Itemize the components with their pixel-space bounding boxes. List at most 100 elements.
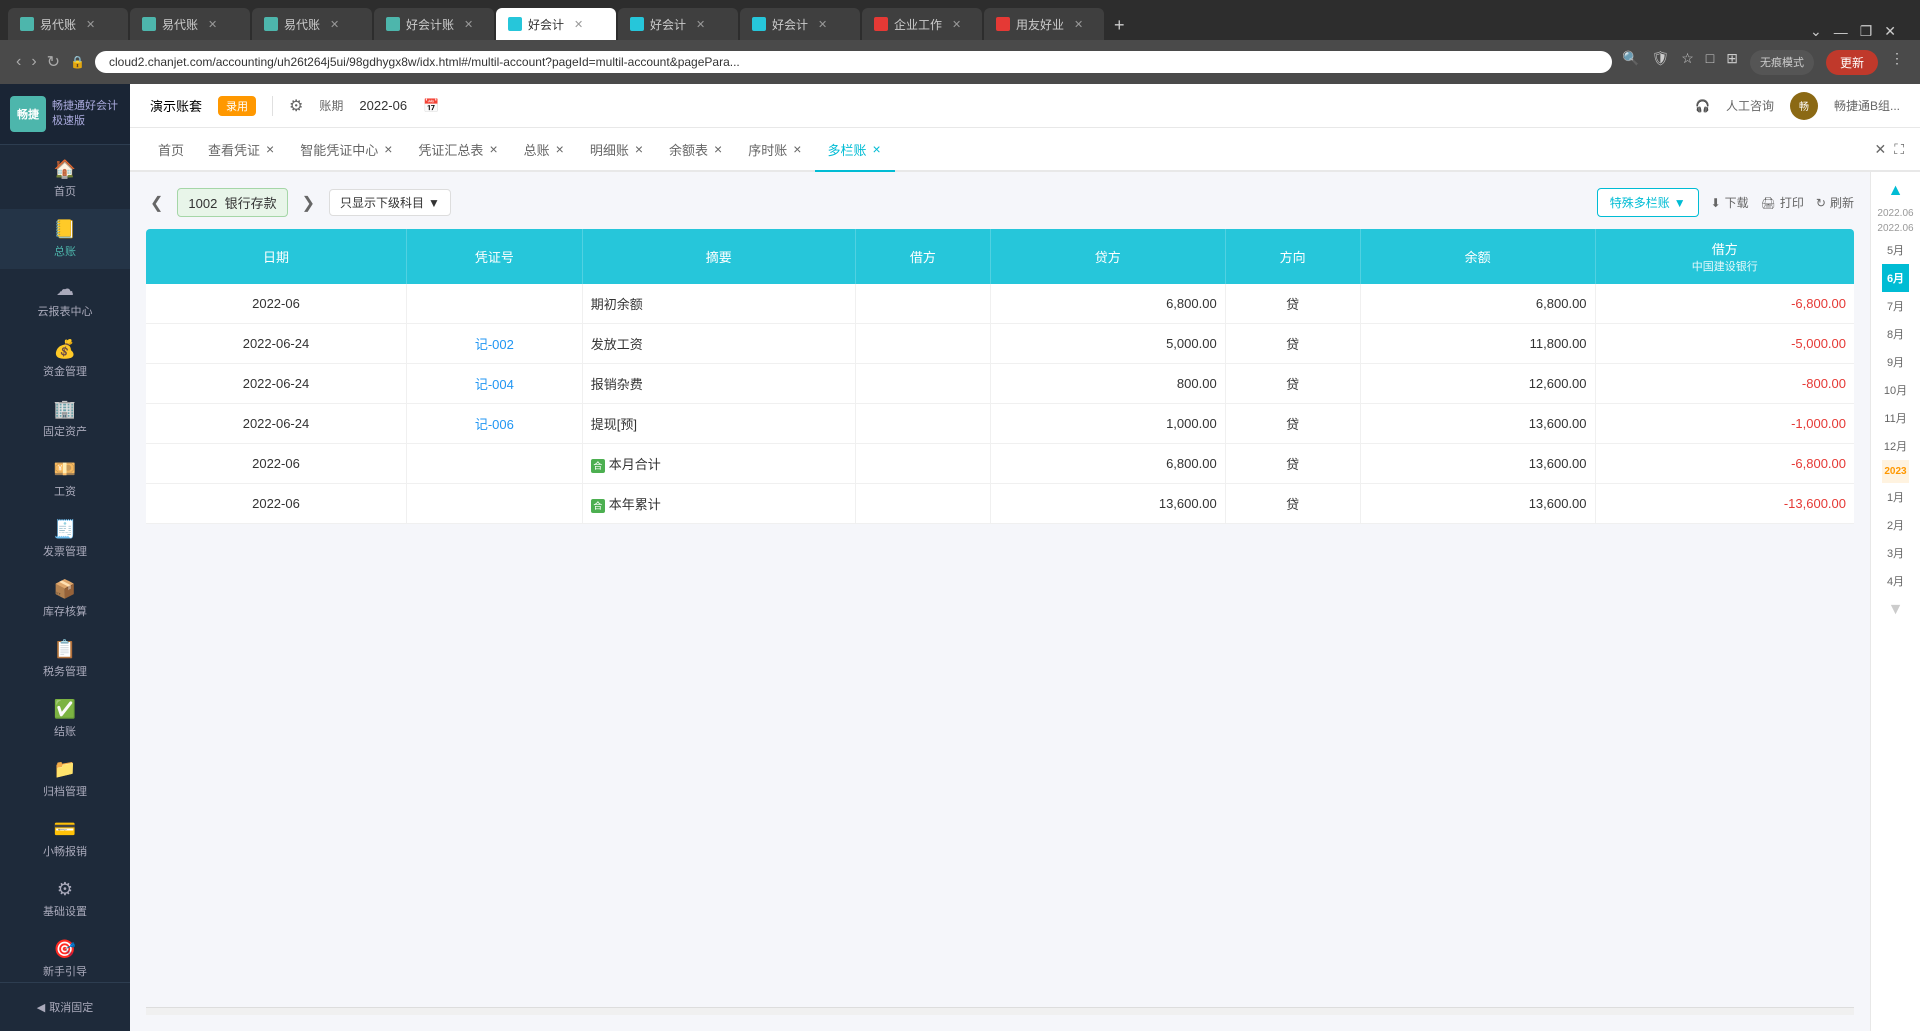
extensions-icon[interactable]: ⊞: [1726, 50, 1738, 75]
user-label[interactable]: 畅捷通B组...: [1834, 97, 1900, 114]
browser-tab-4[interactable]: 好会计账 ✕: [374, 8, 494, 40]
tab-list-icon[interactable]: ⌄: [1810, 23, 1822, 40]
td-voucher[interactable]: 记-004: [406, 364, 582, 404]
tab-close-1[interactable]: ✕: [86, 18, 95, 31]
tab-close-6[interactable]: ✕: [696, 18, 705, 31]
filter-dropdown[interactable]: 只显示下级科目 ▼: [329, 189, 451, 216]
browser-tab-3[interactable]: 易代账 ✕: [252, 8, 372, 40]
horizontal-scrollbar[interactable]: [146, 1007, 1854, 1015]
timeline-month-item[interactable]: 10月: [1882, 376, 1909, 404]
calendar-icon[interactable]: 📅: [423, 98, 439, 114]
expand-panel-icon[interactable]: ⛶: [1894, 141, 1904, 158]
sidebar-item-settings[interactable]: ⚙ 基础设置: [0, 869, 130, 929]
home-button[interactable]: 🔒: [70, 55, 85, 69]
timeline-month-item[interactable]: 2月: [1882, 511, 1909, 539]
sidebar-item-funds[interactable]: 💰 资金管理: [0, 329, 130, 389]
timeline-month-item[interactable]: 7月: [1882, 292, 1909, 320]
browser-tab-5[interactable]: 好会计 ✕: [496, 8, 616, 40]
back-button[interactable]: ‹: [16, 53, 21, 71]
tab-close-9[interactable]: ✕: [1074, 18, 1083, 31]
tab-multi-column[interactable]: 多栏账 ×: [815, 128, 894, 172]
sidebar-item-expense[interactable]: 💳 小畅报销: [0, 809, 130, 869]
tab-detail-ledger[interactable]: 明细账 ×: [578, 128, 657, 172]
td-voucher[interactable]: 记-002: [406, 324, 582, 364]
sidebar-item-reports[interactable]: ☁ 云报表中心: [0, 269, 130, 329]
tab-close-2[interactable]: ✕: [208, 18, 217, 31]
no-trace-button[interactable]: 无痕模式: [1750, 50, 1814, 75]
tab-view-voucher[interactable]: 查看凭证 ×: [196, 128, 288, 172]
timeline-up-button[interactable]: ▲: [1882, 176, 1910, 206]
browser-tab-1[interactable]: 易代账 ✕: [8, 8, 128, 40]
menu-icon[interactable]: ⋮: [1890, 50, 1904, 75]
refresh-button[interactable]: ↻: [47, 52, 60, 72]
tab-view-voucher-close[interactable]: ×: [264, 139, 276, 159]
print-button[interactable]: 🖨 打印: [1761, 194, 1804, 211]
sidebar-item-archive[interactable]: 📁 归档管理: [0, 749, 130, 809]
cancel-pin-button[interactable]: ◀ 取消固定: [4, 993, 126, 1021]
tab-general-ledger-close[interactable]: ×: [554, 139, 566, 159]
tab-journal-close[interactable]: ×: [791, 139, 803, 159]
tab-home[interactable]: 首页: [146, 128, 196, 172]
timeline-month-item[interactable]: 3月: [1882, 539, 1909, 567]
sidebar-item-salary[interactable]: 💴 工资: [0, 449, 130, 509]
timeline-month-item[interactable]: 1月: [1882, 483, 1909, 511]
sidebar-item-assets[interactable]: 🏢 固定资产: [0, 389, 130, 449]
timeline-month-item[interactable]: 2023: [1882, 460, 1909, 483]
tab-close-8[interactable]: ✕: [952, 18, 961, 31]
tab-close-4[interactable]: ✕: [464, 18, 473, 31]
consult-label[interactable]: 人工咨询: [1726, 97, 1774, 114]
tab-journal[interactable]: 序时账 ×: [736, 128, 815, 172]
timeline-month-item[interactable]: 5月: [1882, 236, 1909, 264]
browser-tab-9[interactable]: 用友好业 ✕: [984, 8, 1104, 40]
refresh-button[interactable]: ↻ 刷新: [1816, 194, 1854, 211]
settings-gear-icon[interactable]: ⚙: [289, 96, 303, 116]
next-account-button[interactable]: ❯: [298, 189, 319, 217]
sidebar-item-ledger[interactable]: 📒 总账: [0, 209, 130, 269]
sidebar-item-inventory[interactable]: 📦 库存核算: [0, 569, 130, 629]
star-icon[interactable]: ☆: [1681, 50, 1694, 75]
update-button[interactable]: 更新: [1826, 50, 1878, 75]
close-panel-icon[interactable]: ✕: [1874, 141, 1886, 158]
sidebar-item-close[interactable]: ✅ 结账: [0, 689, 130, 749]
browser-tab-8[interactable]: 企业工作 ✕: [862, 8, 982, 40]
tab-voucher-summary-close[interactable]: ×: [487, 139, 499, 159]
special-multi-column-button[interactable]: 特殊多栏账 ▼: [1597, 188, 1699, 217]
timeline-month-item[interactable]: 11月: [1882, 404, 1909, 432]
tab-smart-voucher-close[interactable]: ×: [382, 139, 394, 159]
timeline-month-item[interactable]: 9月: [1882, 348, 1909, 376]
timeline-month-item[interactable]: 12月: [1882, 432, 1909, 460]
address-input[interactable]: [95, 51, 1612, 73]
td-voucher[interactable]: 记-006: [406, 404, 582, 444]
tab-voucher-summary[interactable]: 凭证汇总表 ×: [406, 128, 511, 172]
tab-smart-voucher[interactable]: 智能凭证中心 ×: [288, 128, 406, 172]
period-value[interactable]: 2022-06: [359, 98, 407, 113]
tab-detail-ledger-close[interactable]: ×: [633, 139, 645, 159]
tab-close-3[interactable]: ✕: [330, 18, 339, 31]
browser-tab-2[interactable]: 易代账 ✕: [130, 8, 250, 40]
new-tab-button[interactable]: +: [1106, 11, 1133, 40]
shield-icon[interactable]: 🛡: [1651, 50, 1669, 75]
restore-icon[interactable]: ❐: [1860, 23, 1873, 40]
sidebar-item-invoice[interactable]: 🧾 发票管理: [0, 509, 130, 569]
sidebar-item-home[interactable]: 🏠 首页: [0, 149, 130, 209]
tab-multi-column-close[interactable]: ×: [870, 139, 882, 159]
profile-icon[interactable]: □: [1706, 50, 1714, 75]
tab-balance-close[interactable]: ×: [712, 139, 724, 159]
timeline-month-item[interactable]: 6月: [1882, 264, 1909, 292]
search-icon[interactable]: 🔍: [1622, 50, 1639, 75]
forward-button[interactable]: ›: [31, 53, 36, 71]
tab-balance[interactable]: 余额表 ×: [657, 128, 736, 172]
browser-tab-6[interactable]: 好会计 ✕: [618, 8, 738, 40]
sidebar-item-tax[interactable]: 📋 税务管理: [0, 629, 130, 689]
tab-close-7[interactable]: ✕: [818, 18, 827, 31]
download-button[interactable]: ⬇ 下载: [1711, 194, 1749, 211]
timeline-month-item[interactable]: 8月: [1882, 320, 1909, 348]
browser-tab-7[interactable]: 好会计 ✕: [740, 8, 860, 40]
minimize-icon[interactable]: —: [1834, 24, 1848, 40]
sidebar-item-guide[interactable]: 🎯 新手引导: [0, 929, 130, 982]
timeline-month-item[interactable]: 4月: [1882, 567, 1909, 595]
timeline-down-button[interactable]: ▼: [1882, 595, 1910, 625]
prev-account-button[interactable]: ❮: [146, 189, 167, 217]
tab-close-5[interactable]: ✕: [574, 18, 583, 31]
close-icon[interactable]: ✕: [1884, 23, 1896, 40]
